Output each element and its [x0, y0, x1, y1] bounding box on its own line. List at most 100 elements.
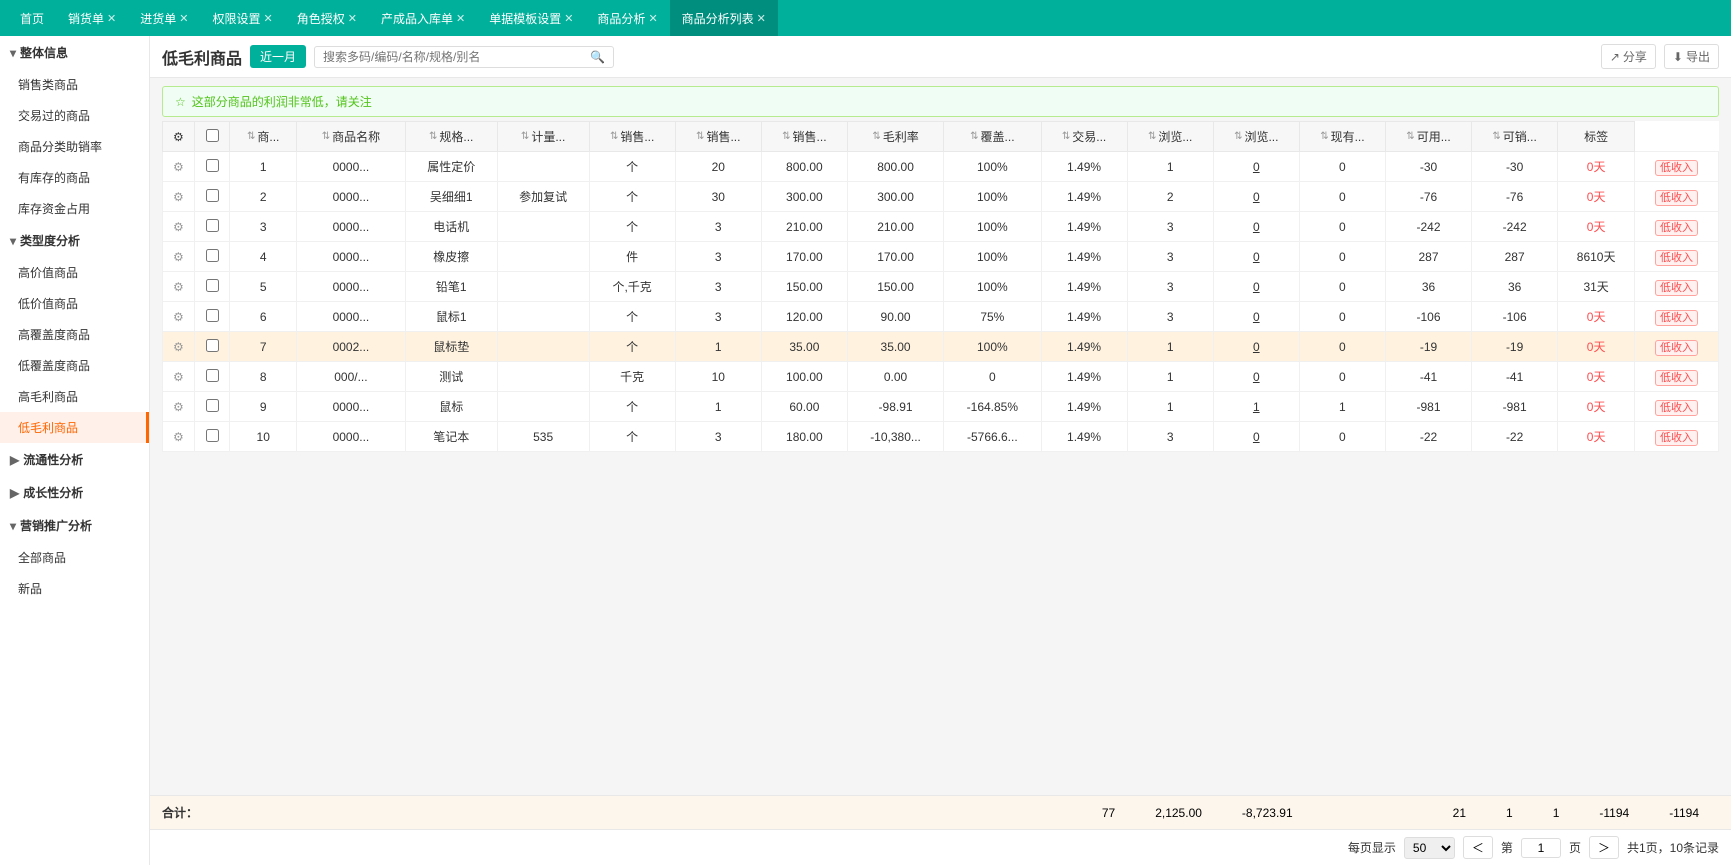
nav-close-product-analysis[interactable]: ✕ [648, 12, 657, 25]
col-cover-rate[interactable]: ⇅覆盖... [944, 122, 1041, 152]
row-sellable: 0天 [1558, 182, 1635, 212]
row-browse1[interactable]: 0 [1213, 332, 1299, 362]
nav-item-template[interactable]: 单据模板设置 ✕ [477, 0, 585, 36]
row-tag: 低收入 [1635, 272, 1719, 302]
sidebar-group-marketing[interactable]: ▾ 营销推广分析 [0, 509, 149, 542]
nav-close-template[interactable]: ✕ [564, 12, 573, 25]
row-checkbox[interactable] [194, 182, 229, 212]
row-browse1[interactable]: 0 [1213, 422, 1299, 452]
col-settings[interactable]: ⚙ [163, 122, 195, 152]
sidebar-item-low-coverage[interactable]: 低覆盖度商品 [0, 350, 149, 381]
row-checkbox[interactable] [194, 422, 229, 452]
col-available[interactable]: ⇅可用... [1385, 122, 1471, 152]
sidebar-item-stock-goods[interactable]: 有库存的商品 [0, 162, 149, 193]
search-icon[interactable]: 🔍 [590, 50, 605, 64]
sidebar-item-stock-capital[interactable]: 库存资金占用 [0, 193, 149, 224]
row-expand-btn[interactable]: ⚙ [163, 362, 195, 392]
sidebar-item-low-margin[interactable]: 低毛利商品 [0, 412, 149, 443]
row-checkbox[interactable] [194, 332, 229, 362]
sidebar-group-growth[interactable]: ▶ 成长性分析 [0, 476, 149, 509]
row-checkbox[interactable] [194, 392, 229, 422]
row-checkbox[interactable] [194, 302, 229, 332]
nav-item-product-in[interactable]: 产成品入库单 ✕ [369, 0, 477, 36]
row-browse1[interactable]: 0 [1213, 362, 1299, 392]
row-trade-count: 3 [1127, 302, 1213, 332]
col-name[interactable]: ⇅商品名称 [297, 122, 406, 152]
row-sales-qty: 3 [675, 212, 761, 242]
row-browse1[interactable]: 0 [1213, 152, 1299, 182]
col-checkbox[interactable] [194, 122, 229, 152]
sidebar-item-new-goods[interactable]: 新品 [0, 573, 149, 604]
row-expand-btn[interactable]: ⚙ [163, 182, 195, 212]
row-code: 0000... [297, 152, 406, 182]
row-expand-btn[interactable]: ⚙ [163, 422, 195, 452]
sidebar-item-low-value[interactable]: 低价值商品 [0, 288, 149, 319]
nav-item-role[interactable]: 角色授权 ✕ [285, 0, 369, 36]
row-checkbox[interactable] [194, 212, 229, 242]
row-browse1[interactable]: 0 [1213, 272, 1299, 302]
row-expand-btn[interactable]: ⚙ [163, 152, 195, 182]
next-page-btn[interactable]: ＞ [1589, 836, 1619, 859]
row-browse1[interactable]: 0 [1213, 302, 1299, 332]
col-sellable[interactable]: ⇅可销... [1472, 122, 1558, 152]
nav-close-role[interactable]: ✕ [348, 12, 357, 25]
nav-item-sales[interactable]: 销货单 ✕ [56, 0, 128, 36]
col-tag[interactable]: 标签 [1558, 122, 1635, 152]
row-current-stock: -22 [1385, 422, 1471, 452]
nav-close-product-in[interactable]: ✕ [456, 12, 465, 25]
row-expand-btn[interactable]: ⚙ [163, 212, 195, 242]
select-all-checkbox[interactable] [206, 129, 219, 142]
sidebar-item-category-rate[interactable]: 商品分类助销率 [0, 131, 149, 162]
sidebar-item-all-goods[interactable]: 全部商品 [0, 542, 149, 573]
nav-close-analysis-list[interactable]: ✕ [757, 12, 766, 25]
row-checkbox[interactable] [194, 152, 229, 182]
search-input[interactable] [323, 50, 590, 64]
sidebar-group-liquidity[interactable]: ▶ 流通性分析 [0, 443, 149, 476]
row-expand-btn[interactable]: ⚙ [163, 302, 195, 332]
export-button[interactable]: ⬇ 导出 [1664, 44, 1719, 69]
col-sales-amount[interactable]: ⇅销售... [761, 122, 847, 152]
share-button[interactable]: ↗ 分享 [1601, 44, 1656, 69]
sidebar-group-overall[interactable]: ▾ 整体信息 [0, 36, 149, 69]
nav-item-purchase[interactable]: 进货单 ✕ [128, 0, 200, 36]
row-browse1[interactable]: 0 [1213, 242, 1299, 272]
col-browse2[interactable]: ⇅浏览... [1213, 122, 1299, 152]
row-browse1[interactable]: 0 [1213, 182, 1299, 212]
col-gross-rate[interactable]: ⇅毛利率 [847, 122, 943, 152]
row-expand-btn[interactable]: ⚙ [163, 242, 195, 272]
filter-recent-month[interactable]: 近一月 [250, 45, 306, 68]
nav-item-analysis-list[interactable]: 商品分析列表 ✕ [670, 0, 778, 36]
row-expand-btn[interactable]: ⚙ [163, 332, 195, 362]
row-checkbox[interactable] [194, 272, 229, 302]
row-checkbox[interactable] [194, 242, 229, 272]
sidebar-item-high-coverage[interactable]: 高覆盖度商品 [0, 319, 149, 350]
row-spec [497, 212, 589, 242]
sidebar-group-type[interactable]: ▾ 类型度分析 [0, 224, 149, 257]
col-sales-qty[interactable]: ⇅销售... [589, 122, 675, 152]
col-browse1[interactable]: ⇅浏览... [1127, 122, 1213, 152]
col-current-stock[interactable]: ⇅现有... [1299, 122, 1385, 152]
sidebar-item-traded-goods[interactable]: 交易过的商品 [0, 100, 149, 131]
col-sales-price[interactable]: ⇅销售... [675, 122, 761, 152]
nav-item-product-analysis[interactable]: 商品分析 ✕ [585, 0, 669, 36]
row-checkbox[interactable] [194, 362, 229, 392]
nav-item-home[interactable]: 首页 [8, 0, 56, 36]
row-expand-btn[interactable]: ⚙ [163, 392, 195, 422]
row-expand-btn[interactable]: ⚙ [163, 272, 195, 302]
col-trade-count[interactable]: ⇅交易... [1041, 122, 1127, 152]
per-page-select[interactable]: 50 20 100 [1404, 837, 1455, 859]
sidebar-item-sales-goods[interactable]: 销售类商品 [0, 69, 149, 100]
row-browse1[interactable]: 1 [1213, 392, 1299, 422]
page-input[interactable] [1521, 838, 1561, 858]
prev-page-btn[interactable]: ＜ [1463, 836, 1493, 859]
sidebar-item-high-margin[interactable]: 高毛利商品 [0, 381, 149, 412]
col-code[interactable]: ⇅商... [230, 122, 297, 152]
nav-close-sales[interactable]: ✕ [107, 12, 116, 25]
row-browse1[interactable]: 0 [1213, 212, 1299, 242]
sidebar-item-high-value[interactable]: 高价值商品 [0, 257, 149, 288]
nav-item-permission[interactable]: 权限设置 ✕ [200, 0, 284, 36]
col-spec[interactable]: ⇅规格... [405, 122, 497, 152]
col-unit[interactable]: ⇅计量... [497, 122, 589, 152]
nav-close-permission[interactable]: ✕ [264, 12, 273, 25]
nav-close-purchase[interactable]: ✕ [179, 12, 188, 25]
